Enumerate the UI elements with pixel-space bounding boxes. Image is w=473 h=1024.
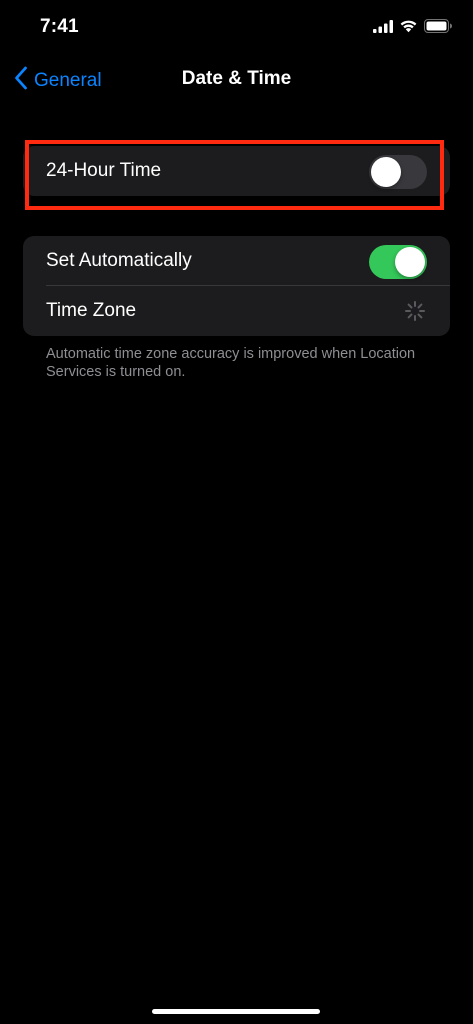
- footer-note: Automatic time zone accuracy is improved…: [46, 346, 416, 380]
- settings-group-24-hour: 24-Hour Time: [23, 146, 450, 196]
- row-24-hour-time: 24-Hour Time: [23, 146, 450, 196]
- status-icons: [373, 19, 453, 38]
- loading-spinner-icon: [404, 300, 426, 322]
- status-time: 7:41: [40, 16, 79, 37]
- row-label-time-zone: Time Zone: [46, 300, 137, 321]
- wifi-icon: [399, 19, 418, 38]
- row-label-set-automatically: Set Automatically: [46, 250, 192, 271]
- battery-icon: [424, 19, 453, 38]
- row-label-24-hour-time: 24-Hour Time: [46, 160, 162, 181]
- settings-group-automatic: Set Automatically Time Zone: [23, 236, 450, 336]
- row-set-automatically: Set Automatically: [23, 236, 450, 286]
- home-indicator[interactable]: [152, 1009, 320, 1014]
- 24-hour-time-toggle[interactable]: [369, 155, 427, 189]
- set-automatically-toggle[interactable]: [369, 245, 427, 279]
- row-time-zone[interactable]: Time Zone: [23, 286, 450, 336]
- page-title: Date & Time: [181, 68, 292, 89]
- cellular-signal-icon: [373, 19, 393, 38]
- navigation-bar: General Date & Time: [0, 56, 473, 104]
- status-bar: 7:41: [0, 0, 473, 56]
- toggle-knob: [371, 157, 401, 187]
- toggle-knob: [395, 247, 425, 277]
